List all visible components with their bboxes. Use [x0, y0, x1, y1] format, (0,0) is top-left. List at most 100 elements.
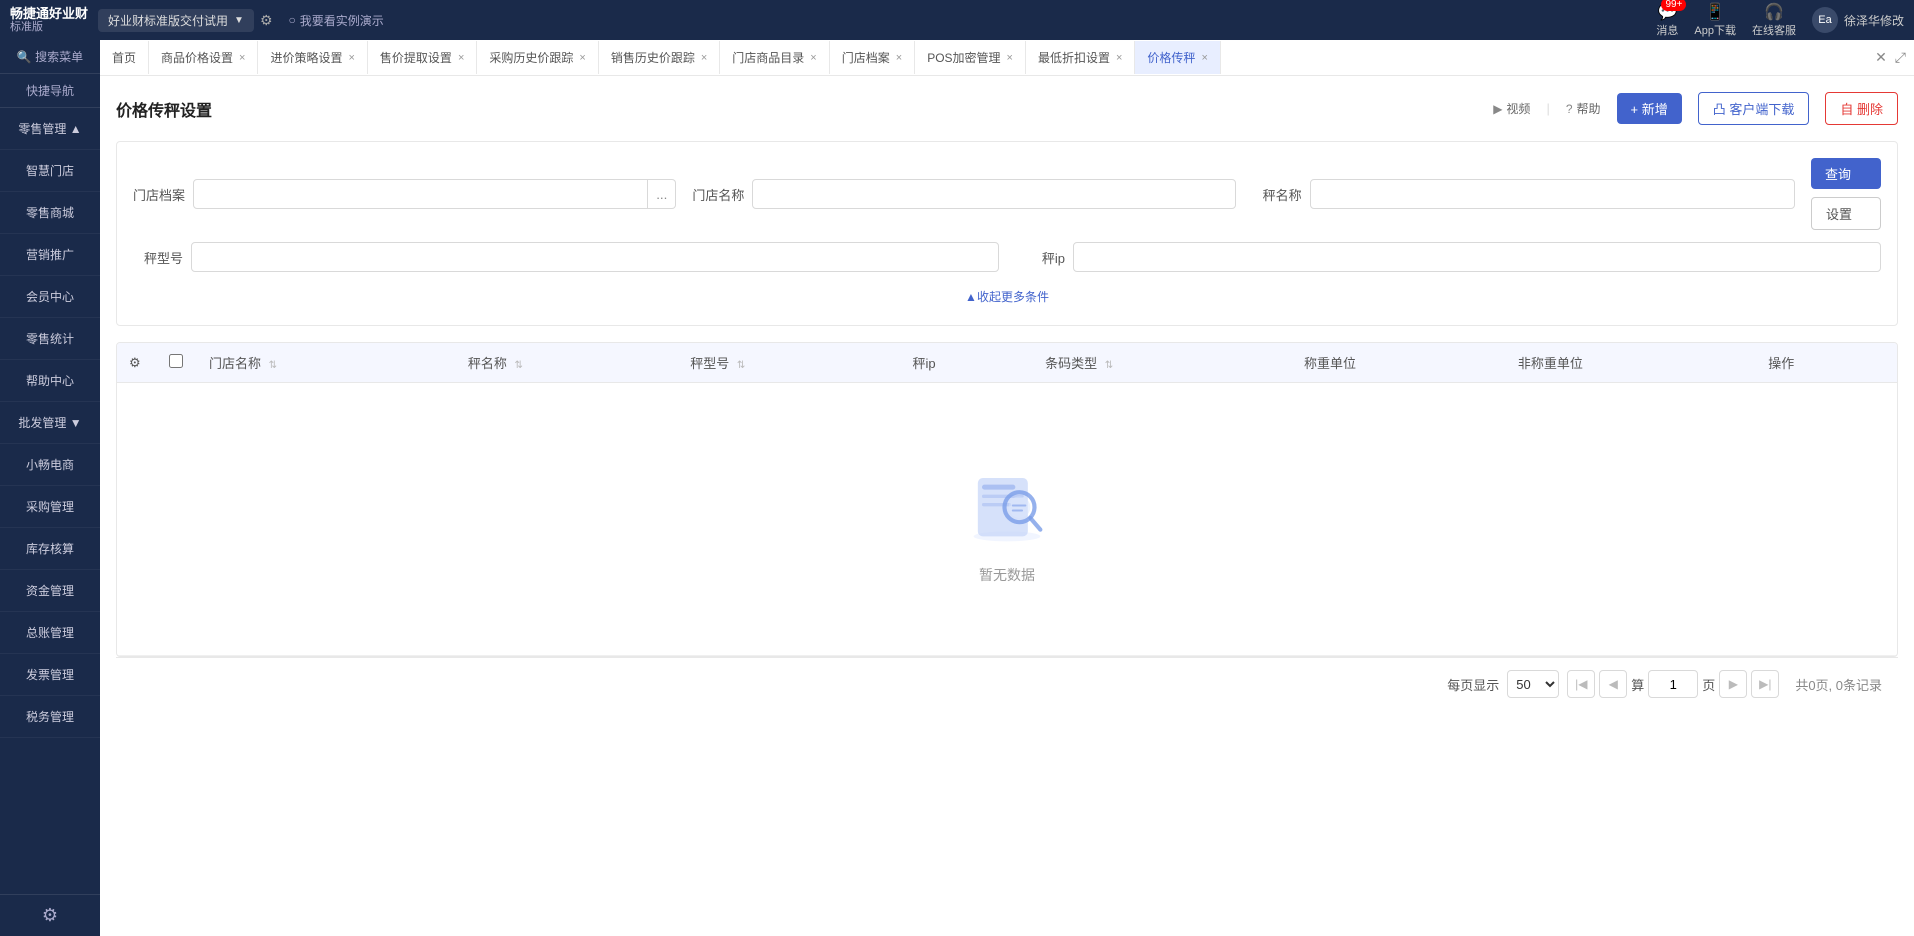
collapse-icon: ▲ [965, 290, 977, 304]
th-checkbox [157, 343, 197, 383]
sidebar-item-marketing[interactable]: 营销推广 [0, 234, 100, 276]
sidebar-item-finance[interactable]: 资金管理 [0, 570, 100, 612]
tab-close-sale-price[interactable]: × [458, 52, 464, 64]
tab-price-relay[interactable]: 价格传秤 × [1135, 41, 1220, 74]
store-file-input[interactable] [193, 179, 648, 209]
sidebar-item-ecommerce[interactable]: 小畅电商 [0, 444, 100, 486]
collapse-bar[interactable]: ▲ 收起更多条件 [133, 284, 1881, 309]
sidebar-item-smart-store[interactable]: 智慧门店 [0, 150, 100, 192]
tab-sale-price[interactable]: 售价提取设置 × [368, 41, 477, 74]
tab-sale-history[interactable]: 销售历史价跟踪 × [599, 41, 720, 74]
scale-name-label: 秤名称 [1252, 185, 1302, 204]
page-content: 价格传秤设置 ▶ 视频 | ? 帮助 + 新增 凸 客户端下载 自 [100, 76, 1914, 936]
tab-close-all-icon[interactable]: ✕ [1875, 49, 1887, 66]
empty-state: 暂无数据 [129, 393, 1885, 645]
sidebar-item-retail-mgmt[interactable]: 零售管理 ▲ [0, 108, 100, 150]
filter-form: 门店档案 ... 门店名称 秤名称 [116, 141, 1898, 326]
tab-purchase-history[interactable]: 采购历史价跟踪 × [477, 41, 598, 74]
tab-close-purchase-history[interactable]: × [579, 52, 585, 64]
store-file-dots-button[interactable]: ... [648, 179, 676, 209]
sidebar-item-batch-mgmt[interactable]: 批发管理 ▼ [0, 402, 100, 444]
sidebar-item-purchase[interactable]: 采购管理 [0, 486, 100, 528]
sort-barcode-type-icon[interactable]: ⇅ [1105, 360, 1113, 371]
per-page-label: 每页显示 [1447, 675, 1499, 694]
avatar: Ea [1812, 7, 1838, 33]
settings-col-icon[interactable]: ⚙ [129, 355, 141, 370]
user-info[interactable]: Ea 徐泽华修改 [1812, 7, 1904, 33]
version-settings-icon[interactable]: ⚙ [260, 12, 273, 29]
sidebar-item-retail-mall[interactable]: 零售商城 [0, 192, 100, 234]
data-table: ⚙ 门店名称 ⇅ 秤名称 [117, 343, 1897, 656]
message-button[interactable]: 💬 消息 99+ [1656, 2, 1678, 38]
per-page-select[interactable]: 10 20 50 100 [1507, 670, 1559, 698]
sidebar-quick-nav[interactable]: 快捷导航 [0, 74, 100, 108]
page-last-button[interactable]: ▶| [1751, 670, 1779, 698]
sort-scale-name-icon[interactable]: ⇅ [515, 360, 523, 371]
sidebar-item-invoice[interactable]: 发票管理 [0, 654, 100, 696]
sidebar-item-member[interactable]: 会员中心 [0, 276, 100, 318]
empty-text: 暂无数据 [979, 565, 1035, 585]
th-scale-ip: 秤ip [901, 343, 1034, 383]
tab-close-purchase-strategy[interactable]: × [348, 52, 354, 64]
th-settings: ⚙ [117, 343, 157, 383]
sort-scale-model-icon[interactable]: ⇅ [737, 360, 745, 371]
video-icon: ▶ [1493, 102, 1502, 116]
th-weight-unit: 称重单位 [1292, 343, 1506, 383]
tab-bar-end: ✕ ⤢ [1867, 49, 1914, 66]
scale-name-input[interactable] [1310, 179, 1795, 209]
delete-button[interactable]: 自 删除 [1825, 92, 1898, 125]
store-name-input[interactable] [752, 179, 1235, 209]
tab-min-discount[interactable]: 最低折扣设置 × [1026, 41, 1135, 74]
tab-close-price-relay[interactable]: × [1201, 52, 1207, 64]
page-prev-button[interactable]: ◀ [1599, 670, 1627, 698]
app-download-icon: 📱 [1705, 2, 1725, 22]
tab-close-goods-price[interactable]: × [239, 52, 245, 64]
pagination-bar: 每页显示 10 20 50 100 |◀ ◀ 算 页 ▶ ▶| [116, 657, 1898, 710]
page-number-input[interactable] [1648, 670, 1698, 698]
download-button[interactable]: 凸 客户端下载 [1698, 92, 1810, 125]
help-link[interactable]: ? 帮助 [1566, 100, 1601, 117]
video-link[interactable]: ▶ 视频 [1493, 100, 1530, 117]
tab-maximize-icon[interactable]: ⤢ [1895, 49, 1906, 66]
tab-close-min-discount[interactable]: × [1116, 52, 1122, 64]
scale-ip-input[interactable] [1073, 242, 1881, 272]
help-icon: ? [1566, 102, 1573, 116]
sort-store-name-icon[interactable]: ⇅ [269, 360, 277, 371]
store-file-input-group: ... [193, 179, 676, 209]
tab-goods-price[interactable]: 商品价格设置 × [149, 41, 258, 74]
query-button[interactable]: 查询 [1811, 158, 1881, 189]
scale-model-input[interactable] [191, 242, 999, 272]
tab-close-store-catalog[interactable]: × [810, 52, 816, 64]
page-nav: |◀ ◀ 算 页 ▶ ▶| [1567, 670, 1779, 698]
set-button[interactable]: 设置 [1811, 197, 1881, 230]
page-next-button[interactable]: ▶ [1719, 670, 1747, 698]
tab-close-store-profile[interactable]: × [896, 52, 902, 64]
tab-pos-mgmt[interactable]: POS加密管理 × [915, 41, 1026, 74]
sidebar-settings-button[interactable]: ⚙ [0, 894, 100, 936]
tab-purchase-strategy[interactable]: 进价策略设置 × [258, 41, 367, 74]
tab-home[interactable]: 首页 [100, 41, 149, 74]
version-selector[interactable]: 好业财标准版交付试用 ▼ [98, 9, 254, 32]
empty-cell: 暂无数据 [117, 383, 1897, 656]
online-service-button[interactable]: 🎧 在线客服 [1752, 2, 1796, 38]
th-action: 操作 [1756, 343, 1897, 383]
empty-row: 暂无数据 [117, 383, 1897, 656]
sidebar-item-help[interactable]: 帮助中心 [0, 360, 100, 402]
sidebar-item-retail-stats[interactable]: 零售统计 [0, 318, 100, 360]
sidebar-item-tax[interactable]: 税务管理 [0, 696, 100, 738]
scale-ip-label: 秤ip [1015, 248, 1065, 267]
sidebar-item-inventory[interactable]: 库存核算 [0, 528, 100, 570]
tab-store-profile[interactable]: 门店档案 × [830, 41, 915, 74]
demo-link[interactable]: ○ 我要看实例演示 [289, 12, 384, 29]
tab-close-sale-history[interactable]: × [701, 52, 707, 64]
app-download-button[interactable]: 📱 App下载 [1694, 2, 1736, 38]
page-first-button[interactable]: |◀ [1567, 670, 1595, 698]
sidebar-item-ledger[interactable]: 总账管理 [0, 612, 100, 654]
add-button[interactable]: + 新增 [1617, 93, 1682, 124]
select-all-checkbox[interactable] [169, 354, 183, 368]
filter-store-name: 门店名称 [692, 179, 1235, 209]
top-bar: 畅捷通好业财 标准版 好业财标准版交付试用 ▼ ⚙ ○ 我要看实例演示 💬 消息… [0, 0, 1914, 40]
tab-store-catalog[interactable]: 门店商品目录 × [720, 41, 829, 74]
tab-close-pos-mgmt[interactable]: × [1007, 52, 1013, 64]
sidebar-search[interactable]: 🔍 搜索菜单 [0, 40, 100, 74]
